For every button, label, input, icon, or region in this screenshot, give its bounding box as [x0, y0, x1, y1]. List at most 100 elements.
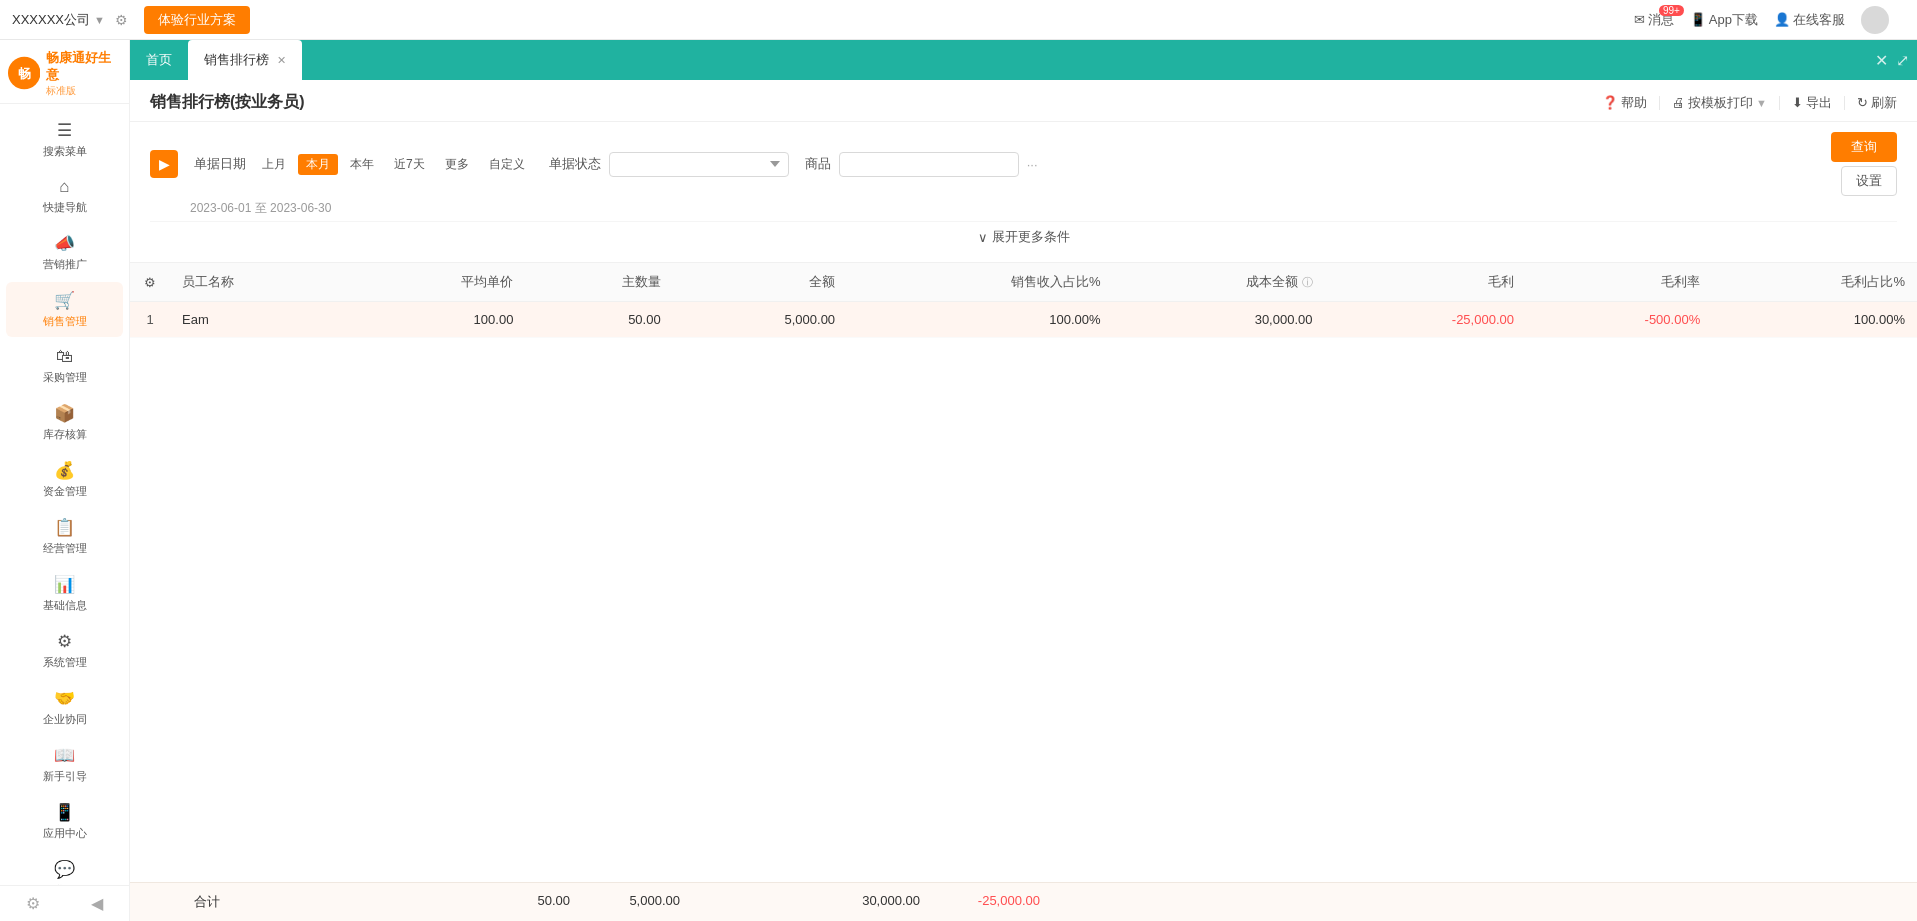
- refresh-icon: ↻: [1857, 95, 1868, 110]
- filter-toggle-icon[interactable]: ▶: [150, 150, 178, 178]
- cell-gross: -25,000.00: [1325, 302, 1526, 338]
- sidebar-item-app-center[interactable]: 📱 应用中心: [6, 794, 123, 849]
- avatar[interactable]: [1861, 6, 1889, 34]
- company-selector[interactable]: XXXXXX公司 ▼: [12, 11, 105, 29]
- date-tab-more[interactable]: 更多: [437, 154, 477, 175]
- system-icon: ⚙: [57, 631, 72, 652]
- col-avg-price: 平均单价: [348, 263, 526, 302]
- status-filter-label: 单据状态: [549, 155, 601, 173]
- cell-sales-ratio: 100.00%: [847, 302, 1113, 338]
- message-icon: ✉: [1634, 12, 1645, 27]
- page-header: 销售排行榜(按业务员) ❓ 帮助 🖨 按模板打印 ▼ ⬇: [130, 80, 1917, 122]
- col-gross: 毛利: [1325, 263, 1526, 302]
- logo-line1: 畅康通好生意: [46, 50, 121, 84]
- table-row[interactable]: 1Eam100.0050.005,000.00100.00%30,000.00-…: [130, 302, 1917, 338]
- quick-nav-icon: ⌂: [59, 177, 69, 197]
- toggle-arrow-icon: ▶: [159, 156, 170, 172]
- online-service-button[interactable]: 👤 在线客服: [1774, 11, 1845, 29]
- sidebar-item-quick-nav[interactable]: ⌂ 快捷导航: [6, 169, 123, 223]
- export-icon: ⬇: [1792, 95, 1803, 110]
- sidebar-item-enterprise[interactable]: 🤝 企业协同: [6, 680, 123, 735]
- export-button[interactable]: ⬇ 导出: [1792, 94, 1832, 112]
- tab-close-icon[interactable]: ✕: [277, 54, 286, 67]
- goods-input[interactable]: [839, 152, 1019, 177]
- expand-button[interactable]: ∨ 展开更多条件: [978, 228, 1070, 246]
- inventory-icon: 📦: [54, 403, 75, 424]
- table-wrapper: ⚙ 员工名称 平均单价 主数量 全额 销售收入占比% 成本全额 ⓘ 毛利 毛利率…: [130, 263, 1917, 882]
- sidebar-item-guide[interactable]: 📖 新手引导: [6, 737, 123, 792]
- wechat-icon: 💬: [54, 859, 75, 880]
- layout: 畅 畅康通好生意 标准版 ☰ 搜索菜单 ⌂ 快捷导航 📣 营销推广 🛒 销售: [0, 40, 1917, 921]
- sidebar-collapse-icon[interactable]: ◀: [91, 894, 103, 913]
- app-label: App下载: [1709, 11, 1758, 29]
- app-center-icon: 📱: [54, 802, 75, 823]
- sidebar-item-inventory[interactable]: 📦 库存核算: [6, 395, 123, 450]
- sidebar-item-purchase[interactable]: 🛍 采购管理: [6, 339, 123, 393]
- col-settings[interactable]: ⚙: [130, 263, 170, 302]
- message-button[interactable]: ✉ 消息 99+: [1634, 11, 1674, 29]
- date-tab-this-year[interactable]: 本年: [342, 154, 382, 175]
- sales-icon: 🛒: [54, 290, 75, 311]
- sidebar-item-label: 系统管理: [43, 655, 87, 670]
- help-button[interactable]: ❓ 帮助: [1602, 94, 1647, 112]
- date-tab-7days[interactable]: 近7天: [386, 154, 433, 175]
- divider2: [1779, 96, 1780, 110]
- filter-status: 单据状态: [549, 152, 789, 177]
- date-tab-last-month[interactable]: 上月: [254, 154, 294, 175]
- app-download-button[interactable]: 📱 App下载: [1690, 11, 1758, 29]
- cell-qty: 50.00: [525, 302, 672, 338]
- print-arrow-icon: ▼: [1756, 97, 1767, 109]
- footer-amount: 5,000.00: [582, 893, 692, 911]
- settings-button[interactable]: 设置: [1841, 166, 1897, 196]
- sidebar: 畅 畅康通好生意 标准版 ☰ 搜索菜单 ⌂ 快捷导航 📣 营销推广 🛒 销售: [0, 40, 130, 921]
- sidebar-item-wechat[interactable]: 💬 企业微信: [6, 851, 123, 885]
- tab-home[interactable]: 首页: [130, 40, 188, 80]
- help-icon: ❓: [1602, 95, 1618, 110]
- footer-gross: -25,000.00: [932, 893, 1052, 911]
- sidebar-item-basic-info[interactable]: 📊 基础信息: [6, 566, 123, 621]
- filter-date: 单据日期 上月 本月 本年 近7天 更多 自定义: [194, 154, 533, 175]
- filter-actions: 查询 设置: [1831, 132, 1897, 196]
- query-button[interactable]: 查询: [1831, 132, 1897, 162]
- refresh-button[interactable]: ↻ 刷新: [1857, 94, 1897, 112]
- company-settings-icon[interactable]: ⚙: [115, 12, 128, 28]
- tab-sales-rank[interactable]: 销售排行榜 ✕: [188, 40, 302, 80]
- sidebar-item-finance[interactable]: 💰 资金管理: [6, 452, 123, 507]
- logo-icon: 畅: [8, 56, 40, 90]
- status-select[interactable]: [609, 152, 789, 177]
- sidebar-items: ☰ 搜索菜单 ⌂ 快捷导航 📣 营销推广 🛒 销售管理 🛍 采购管理 📦 库: [0, 104, 129, 885]
- tabs-expand-icon[interactable]: ⤢: [1896, 51, 1909, 70]
- sidebar-item-system[interactable]: ⚙ 系统管理: [6, 623, 123, 678]
- footer-cost: 30,000.00: [802, 893, 932, 911]
- cell-name: Eam: [170, 302, 348, 338]
- cell-cost: 30,000.00: [1113, 302, 1325, 338]
- col-gross-rate: 毛利率: [1526, 263, 1712, 302]
- col-amount: 全额: [673, 263, 847, 302]
- search-order-icon: ☰: [57, 120, 72, 141]
- date-tab-custom[interactable]: 自定义: [481, 154, 533, 175]
- page-area: 销售排行榜(按业务员) ❓ 帮助 🖨 按模板打印 ▼ ⬇: [130, 80, 1917, 921]
- refresh-label: 刷新: [1871, 94, 1897, 112]
- sidebar-item-label: 库存核算: [43, 427, 87, 442]
- expand-label: 展开更多条件: [992, 228, 1070, 246]
- tab-home-label: 首页: [146, 51, 172, 69]
- goods-more-icon[interactable]: ···: [1027, 157, 1038, 172]
- col-cost: 成本全额 ⓘ: [1113, 263, 1325, 302]
- tabs-minimize-icon[interactable]: ✕: [1875, 51, 1888, 70]
- date-range-display: 2023-06-01 至 2023-06-30: [186, 200, 1897, 217]
- footer-label: 合计: [142, 893, 482, 911]
- expand-row: ∨ 展开更多条件: [150, 221, 1897, 252]
- trial-button[interactable]: 体验行业方案: [144, 6, 250, 34]
- sidebar-bottom-settings-icon[interactable]: ⚙: [26, 894, 40, 913]
- sidebar-item-marketing[interactable]: 📣 营销推广: [6, 225, 123, 280]
- sidebar-item-operations[interactable]: 📋 经营管理: [6, 509, 123, 564]
- sidebar-item-label: 采购管理: [43, 370, 87, 385]
- sidebar-logo: 畅 畅康通好生意 标准版: [0, 40, 129, 104]
- filter-bar: ▶ 单据日期 上月 本月 本年 近7天 更多 自定义: [130, 122, 1917, 263]
- print-button[interactable]: 🖨 按模板打印 ▼: [1672, 94, 1767, 112]
- sidebar-item-sales[interactable]: 🛒 销售管理: [6, 282, 123, 337]
- sidebar-item-label: 资金管理: [43, 484, 87, 499]
- finance-icon: 💰: [54, 460, 75, 481]
- date-tab-this-month[interactable]: 本月: [298, 154, 338, 175]
- sidebar-item-search-order[interactable]: ☰ 搜索菜单: [6, 112, 123, 167]
